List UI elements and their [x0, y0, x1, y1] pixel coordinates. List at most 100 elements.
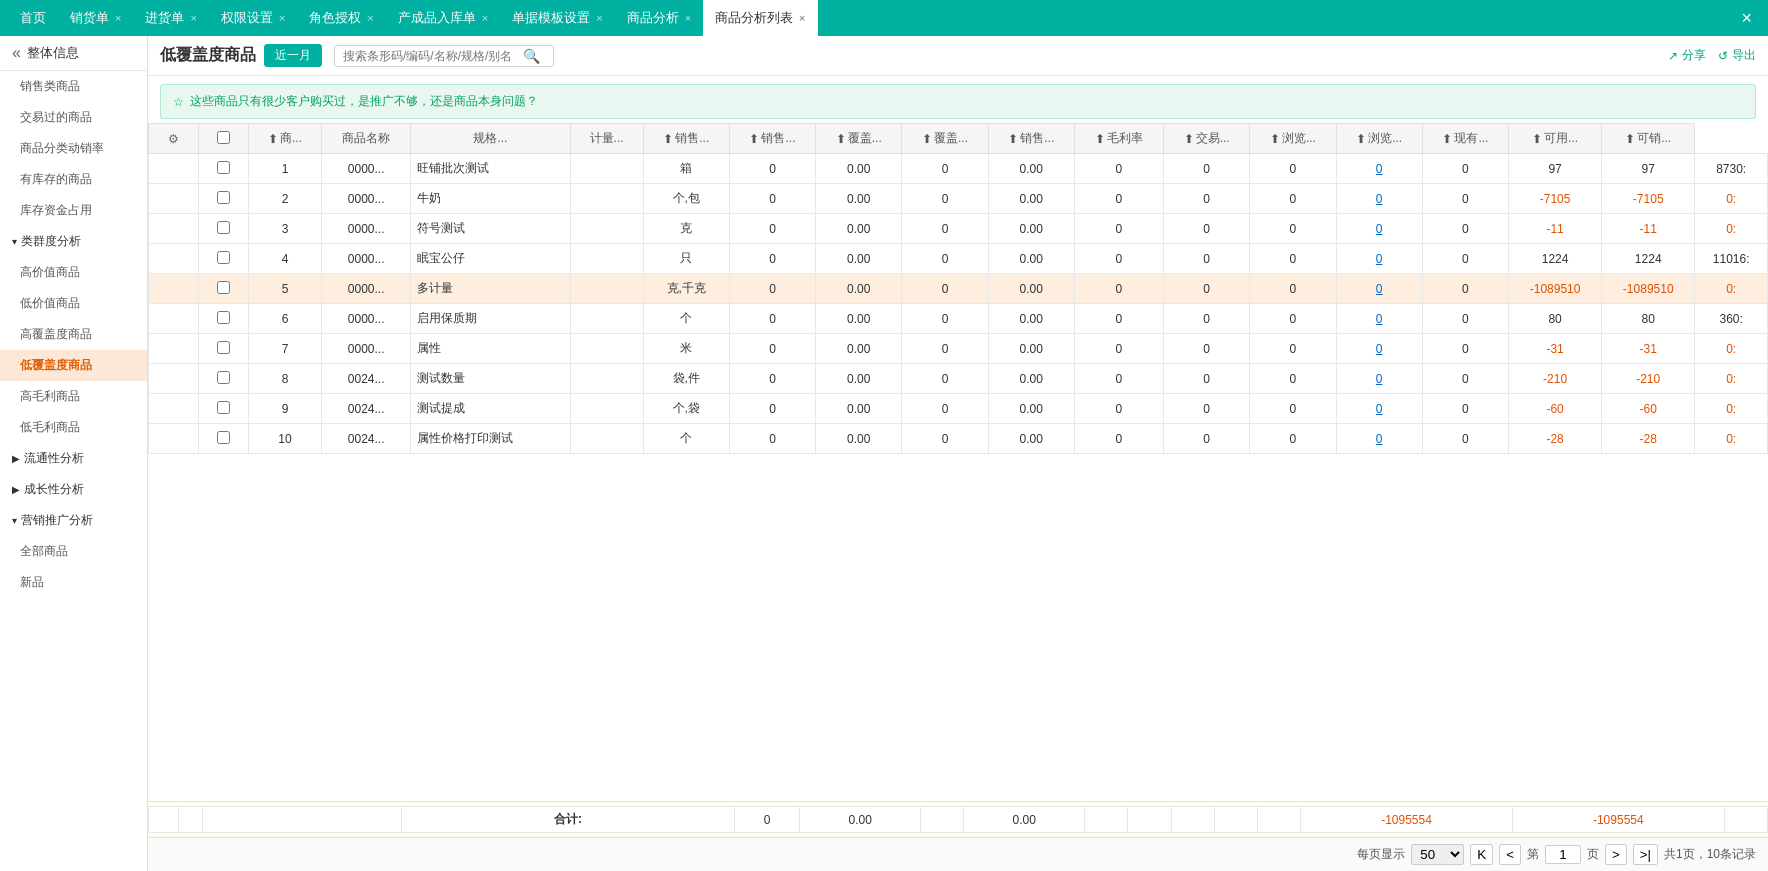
row-select-checkbox[interactable]: [217, 161, 230, 174]
row-checkbox[interactable]: [199, 154, 249, 184]
row-browse1[interactable]: 0: [1336, 244, 1422, 274]
browse-link[interactable]: 0: [1376, 252, 1383, 266]
row-name[interactable]: 启用保质期: [411, 304, 570, 334]
close-icon[interactable]: ×: [115, 12, 121, 24]
row-browse1[interactable]: 0: [1336, 214, 1422, 244]
close-icon[interactable]: ×: [190, 12, 196, 24]
next-page-button[interactable]: >: [1605, 844, 1627, 865]
close-icon[interactable]: ×: [482, 12, 488, 24]
row-name[interactable]: 牛奶: [411, 184, 570, 214]
row-checkbox[interactable]: [199, 214, 249, 244]
row-select-checkbox[interactable]: [217, 281, 230, 294]
sidebar-header-overall[interactable]: « 整体信息: [0, 36, 147, 71]
row-select-checkbox[interactable]: [217, 401, 230, 414]
window-close-button[interactable]: ×: [1733, 8, 1760, 29]
row-checkbox[interactable]: [199, 304, 249, 334]
row-select-checkbox[interactable]: [217, 191, 230, 204]
row-select-checkbox[interactable]: [217, 431, 230, 444]
prev-page-button[interactable]: <: [1499, 844, 1521, 865]
sidebar-item-high-value[interactable]: 高价值商品: [0, 257, 147, 288]
browse-link[interactable]: 0: [1376, 402, 1383, 416]
row-browse1[interactable]: 0: [1336, 274, 1422, 304]
close-icon[interactable]: ×: [367, 12, 373, 24]
nav-product-inbound[interactable]: 产成品入库单 ×: [386, 0, 500, 36]
close-icon[interactable]: ×: [596, 12, 602, 24]
col-settings[interactable]: ⚙: [149, 124, 199, 154]
row-checkbox[interactable]: [199, 364, 249, 394]
sidebar-item-new-goods[interactable]: 新品: [0, 567, 147, 598]
first-page-button[interactable]: K: [1470, 844, 1493, 865]
sidebar-item-stock-funds[interactable]: 库存资金占用: [0, 195, 147, 226]
row-name[interactable]: 测试数量: [411, 364, 570, 394]
row-checkbox[interactable]: [199, 394, 249, 424]
sidebar-item-traded-goods[interactable]: 交易过的商品: [0, 102, 147, 133]
browse-link[interactable]: 0: [1376, 192, 1383, 206]
sidebar-group-coverage[interactable]: ▾ 类群度分析: [0, 226, 147, 257]
row-select-checkbox[interactable]: [217, 251, 230, 264]
sidebar-item-high-margin[interactable]: 高毛利商品: [0, 381, 147, 412]
row-name[interactable]: 符号测试: [411, 214, 570, 244]
sidebar-item-low-coverage[interactable]: 低覆盖度商品: [0, 350, 147, 381]
row-name[interactable]: 测试提成: [411, 394, 570, 424]
nav-purchase-order[interactable]: 进货单 ×: [133, 0, 208, 36]
sidebar-item-in-stock[interactable]: 有库存的商品: [0, 164, 147, 195]
settings-icon[interactable]: ⚙: [168, 132, 179, 146]
sidebar-item-all-goods[interactable]: 全部商品: [0, 536, 147, 567]
col-checkbox-header[interactable]: [199, 124, 249, 154]
browse-link[interactable]: 0: [1376, 312, 1383, 326]
sidebar-item-low-margin[interactable]: 低毛利商品: [0, 412, 147, 443]
row-browse1[interactable]: 0: [1336, 154, 1422, 184]
row-checkbox[interactable]: [199, 274, 249, 304]
browse-link[interactable]: 0: [1376, 372, 1383, 386]
close-icon[interactable]: ×: [279, 12, 285, 24]
nav-template-settings[interactable]: 单据模板设置 ×: [500, 0, 614, 36]
row-name[interactable]: 眠宝公仔: [411, 244, 570, 274]
browse-link[interactable]: 0: [1376, 222, 1383, 236]
row-checkbox[interactable]: [199, 244, 249, 274]
row-name[interactable]: 属性: [411, 334, 570, 364]
row-name[interactable]: 旺铺批次测试: [411, 154, 570, 184]
row-browse1[interactable]: 0: [1336, 304, 1422, 334]
nav-product-analysis-list[interactable]: 商品分析列表 ×: [703, 0, 817, 36]
row-name[interactable]: 属性价格打印测试: [411, 424, 570, 454]
export-button[interactable]: ↺ 导出: [1718, 47, 1756, 64]
current-page-input[interactable]: [1545, 845, 1581, 864]
row-select-checkbox[interactable]: [217, 371, 230, 384]
nav-product-analysis[interactable]: 商品分析 ×: [615, 0, 703, 36]
nav-permissions[interactable]: 权限设置 ×: [209, 0, 297, 36]
sidebar-group-growth[interactable]: ▶ 成长性分析: [0, 474, 147, 505]
browse-link[interactable]: 0: [1376, 432, 1383, 446]
row-checkbox[interactable]: [199, 424, 249, 454]
search-icon[interactable]: 🔍: [523, 48, 540, 64]
browse-link[interactable]: 0: [1376, 162, 1383, 176]
share-button[interactable]: ↗ 分享: [1668, 47, 1706, 64]
sidebar-item-low-value[interactable]: 低价值商品: [0, 288, 147, 319]
row-browse1[interactable]: 0: [1336, 334, 1422, 364]
row-name[interactable]: 多计量: [411, 274, 570, 304]
sidebar-item-sales-goods[interactable]: 销售类商品: [0, 71, 147, 102]
sidebar-item-category-rate[interactable]: 商品分类动销率: [0, 133, 147, 164]
row-checkbox[interactable]: [199, 184, 249, 214]
search-input[interactable]: [343, 49, 523, 63]
row-select-checkbox[interactable]: [217, 341, 230, 354]
row-browse1[interactable]: 0: [1336, 394, 1422, 424]
nav-role-auth[interactable]: 角色授权 ×: [297, 0, 385, 36]
sidebar-item-high-coverage[interactable]: 高覆盖度商品: [0, 319, 147, 350]
sidebar-group-flow[interactable]: ▶ 流通性分析: [0, 443, 147, 474]
nav-home[interactable]: 首页: [8, 0, 58, 36]
last-page-button[interactable]: >|: [1633, 844, 1658, 865]
select-all-checkbox[interactable]: [217, 131, 230, 144]
browse-link[interactable]: 0: [1376, 282, 1383, 296]
row-browse1[interactable]: 0: [1336, 364, 1422, 394]
close-icon[interactable]: ×: [685, 12, 691, 24]
close-icon[interactable]: ×: [799, 12, 805, 24]
row-browse1[interactable]: 0: [1336, 424, 1422, 454]
row-browse1[interactable]: 0: [1336, 184, 1422, 214]
sidebar-group-marketing[interactable]: ▾ 营销推广分析: [0, 505, 147, 536]
browse-link[interactable]: 0: [1376, 342, 1383, 356]
row-select-checkbox[interactable]: [217, 221, 230, 234]
row-select-checkbox[interactable]: [217, 311, 230, 324]
per-page-select[interactable]: 50 10 20 100: [1411, 844, 1464, 865]
row-checkbox[interactable]: [199, 334, 249, 364]
filter-recent-month-button[interactable]: 近一月: [264, 44, 322, 67]
